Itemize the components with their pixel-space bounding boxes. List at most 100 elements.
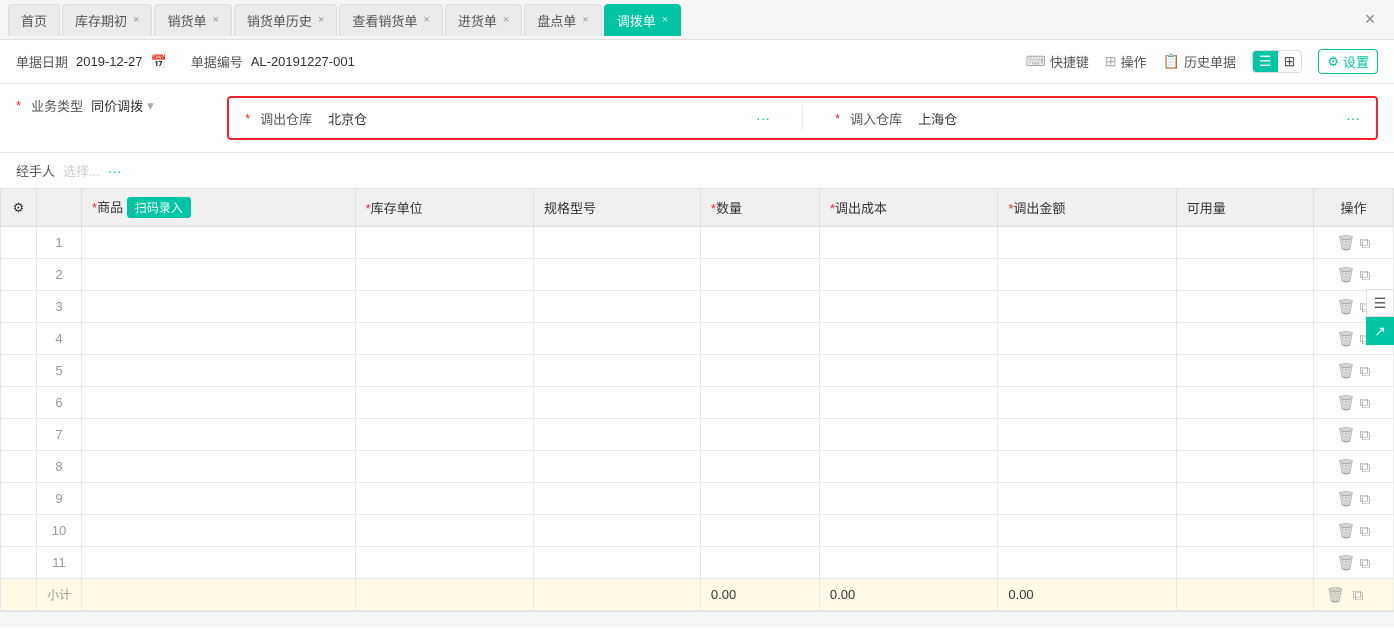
row-8-qty-cell[interactable] <box>700 451 819 483</box>
row-2-copy-icon[interactable]: ⧉ <box>1360 267 1371 284</box>
row-5-delete-icon[interactable]: 🗑 <box>1337 363 1356 380</box>
float-export-button[interactable]: ↗ <box>1366 317 1394 345</box>
float-list-button[interactable]: ☰ <box>1366 289 1394 317</box>
row-4-cost-cell[interactable] <box>819 323 997 355</box>
row-2-unit-cell[interactable] <box>355 259 533 291</box>
th-settings[interactable]: ⚙ <box>1 189 37 227</box>
row-8-unit-cell[interactable] <box>355 451 533 483</box>
row-3-amount-cell[interactable] <box>998 291 1176 323</box>
row-7-unit-cell[interactable] <box>355 419 533 451</box>
row-7-goods-cell[interactable] <box>82 419 356 451</box>
tab-sales-history[interactable]: 销货单历史 × <box>234 4 337 36</box>
row-11-goods-cell[interactable] <box>82 547 356 579</box>
row-7-qty-cell[interactable] <box>700 419 819 451</box>
row-3-spec-cell[interactable] <box>534 291 701 323</box>
row-11-qty-cell[interactable] <box>700 547 819 579</box>
row-5-spec-cell[interactable] <box>534 355 701 387</box>
row-10-unit-cell[interactable] <box>355 515 533 547</box>
row-3-goods-cell[interactable] <box>82 291 356 323</box>
row-1-cost-cell[interactable] <box>819 227 997 259</box>
tab-stocktake[interactable]: 盘点单 × <box>524 4 601 36</box>
row-10-cost-cell[interactable] <box>819 515 997 547</box>
row-1-goods-cell[interactable] <box>82 227 356 259</box>
row-9-copy-icon[interactable]: ⧉ <box>1360 491 1371 508</box>
row-10-goods-cell[interactable] <box>82 515 356 547</box>
tab-inventory-init[interactable]: 库存期初 × <box>62 4 152 36</box>
tab-sales-order[interactable]: 销货单 × <box>154 4 231 36</box>
tab-inventory-init-close[interactable]: × <box>133 15 139 26</box>
row-4-qty-cell[interactable] <box>700 323 819 355</box>
out-warehouse-more-icon[interactable]: ··· <box>756 110 770 126</box>
row-9-delete-icon[interactable]: 🗑 <box>1337 491 1356 508</box>
row-1-qty-cell[interactable] <box>700 227 819 259</box>
horizontal-scrollbar[interactable] <box>0 611 1394 627</box>
row-6-goods-cell[interactable] <box>82 387 356 419</box>
subtotal-copy-icon[interactable]: ⧉ <box>1353 587 1364 604</box>
handler-select[interactable]: 选择... <box>63 161 100 180</box>
row-10-spec-cell[interactable] <box>534 515 701 547</box>
scan-entry-button[interactable]: 扫码录入 <box>127 197 191 218</box>
row-8-copy-icon[interactable]: ⧉ <box>1360 459 1371 476</box>
tab-stocktake-close[interactable]: × <box>582 15 588 26</box>
row-6-copy-icon[interactable]: ⧉ <box>1360 395 1371 412</box>
row-9-qty-cell[interactable] <box>700 483 819 515</box>
row-1-spec-cell[interactable] <box>534 227 701 259</box>
row-8-cost-cell[interactable] <box>819 451 997 483</box>
row-5-copy-icon[interactable]: ⧉ <box>1360 363 1371 380</box>
row-4-spec-cell[interactable] <box>534 323 701 355</box>
row-2-amount-cell[interactable] <box>998 259 1176 291</box>
row-5-unit-cell[interactable] <box>355 355 533 387</box>
row-11-delete-icon[interactable]: 🗑 <box>1337 555 1356 572</box>
settings-button[interactable]: ⚙ 设置 <box>1318 49 1378 74</box>
handler-more-icon[interactable]: ··· <box>108 163 122 179</box>
row-5-cost-cell[interactable] <box>819 355 997 387</box>
row-8-goods-cell[interactable] <box>82 451 356 483</box>
row-5-goods-cell[interactable] <box>82 355 356 387</box>
tab-home[interactable]: 首页 <box>8 4 60 36</box>
row-7-amount-cell[interactable] <box>998 419 1176 451</box>
subtotal-delete-icon[interactable]: 🗑 <box>1326 587 1345 604</box>
row-11-unit-cell[interactable] <box>355 547 533 579</box>
row-11-amount-cell[interactable] <box>998 547 1176 579</box>
row-4-unit-cell[interactable] <box>355 323 533 355</box>
row-2-goods-cell[interactable] <box>82 259 356 291</box>
biz-type-select[interactable]: 同价调拨 ▾ <box>91 96 211 115</box>
row-3-delete-icon[interactable]: 🗑 <box>1337 299 1356 316</box>
ops-button[interactable]: ⊞ 操作 <box>1105 52 1147 71</box>
row-6-amount-cell[interactable] <box>998 387 1176 419</box>
row-7-cost-cell[interactable] <box>819 419 997 451</box>
row-3-cost-cell[interactable] <box>819 291 997 323</box>
tab-purchase[interactable]: 进货单 × <box>445 4 522 36</box>
tab-transfer[interactable]: 调拨单 × <box>604 4 681 36</box>
row-1-delete-icon[interactable]: 🗑 <box>1337 235 1356 252</box>
row-9-amount-cell[interactable] <box>998 483 1176 515</box>
row-8-amount-cell[interactable] <box>998 451 1176 483</box>
row-4-delete-icon[interactable]: 🗑 <box>1337 331 1356 348</box>
tab-purchase-close[interactable]: × <box>503 15 509 26</box>
row-9-spec-cell[interactable] <box>534 483 701 515</box>
row-6-delete-icon[interactable]: 🗑 <box>1337 395 1356 412</box>
row-8-delete-icon[interactable]: 🗑 <box>1337 459 1356 476</box>
history-button[interactable]: 📋 历史单据 <box>1163 52 1236 71</box>
in-warehouse-more-icon[interactable]: ··· <box>1346 110 1360 126</box>
row-1-unit-cell[interactable] <box>355 227 533 259</box>
tab-view-sales[interactable]: 查看销货单 × <box>339 4 442 36</box>
row-7-spec-cell[interactable] <box>534 419 701 451</box>
row-10-delete-icon[interactable]: 🗑 <box>1337 523 1356 540</box>
row-7-delete-icon[interactable]: 🗑 <box>1337 427 1356 444</box>
row-9-cost-cell[interactable] <box>819 483 997 515</box>
row-11-spec-cell[interactable] <box>534 547 701 579</box>
row-3-qty-cell[interactable] <box>700 291 819 323</box>
row-6-unit-cell[interactable] <box>355 387 533 419</box>
row-6-spec-cell[interactable] <box>534 387 701 419</box>
row-2-delete-icon[interactable]: 🗑 <box>1337 267 1356 284</box>
row-2-qty-cell[interactable] <box>700 259 819 291</box>
tab-view-sales-close[interactable]: × <box>423 15 429 26</box>
calendar-icon[interactable]: 📅 <box>151 54 167 70</box>
row-10-qty-cell[interactable] <box>700 515 819 547</box>
row-6-qty-cell[interactable] <box>700 387 819 419</box>
row-5-amount-cell[interactable] <box>998 355 1176 387</box>
row-10-copy-icon[interactable]: ⧉ <box>1360 523 1371 540</box>
shortcut-button[interactable]: ⌨ 快捷键 <box>1026 52 1089 71</box>
window-close-button[interactable]: × <box>1354 4 1386 36</box>
